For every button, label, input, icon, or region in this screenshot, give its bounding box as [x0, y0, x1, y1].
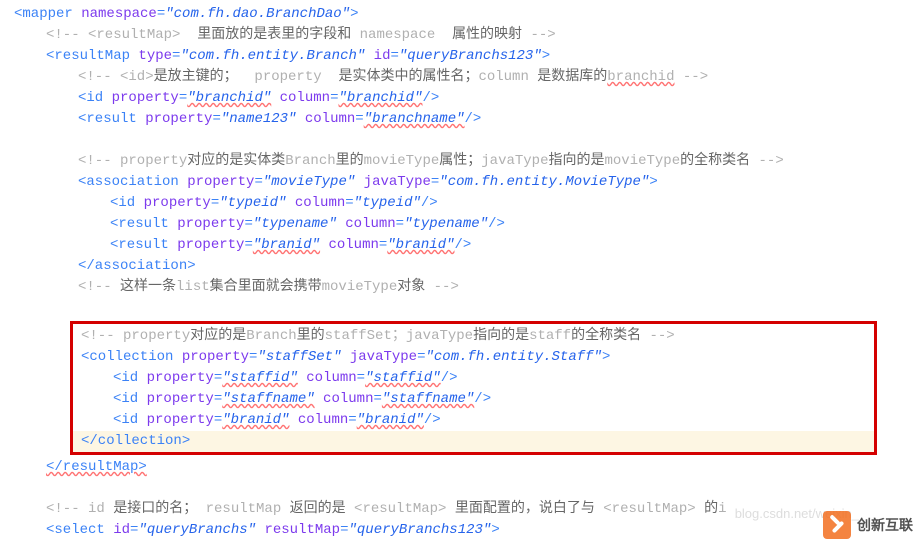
- code-line: <!-- property对应的是实体类Branch里的movieType属性；…: [2, 151, 917, 172]
- code-block: <mapper namespace="com.fh.dao.BranchDao"…: [2, 4, 917, 541]
- cursor-line: </collection>: [73, 431, 874, 452]
- code-line: <id property="staffid" column="staffid"/…: [73, 368, 874, 389]
- code-line: <!-- property对应的是Branch里的staffSet；javaTy…: [73, 326, 874, 347]
- code-line: <result property="typename" column="type…: [2, 214, 917, 235]
- code-line: <!-- <id>是放主键的； property 是实体类中的属性名；colum…: [2, 67, 917, 88]
- code-line: <result property="name123" column="branc…: [2, 109, 917, 130]
- code-line: <!-- id 是接口的名； resultMap 返回的是 <resultMap…: [2, 499, 917, 520]
- code-line: <id property="typeid" column="typeid"/>: [2, 193, 917, 214]
- code-line: <!-- <resultMap> 里面放的是表里的字段和 namespace 属…: [2, 25, 917, 46]
- code-line: <collection property="staffSet" javaType…: [73, 347, 874, 368]
- watermark: 创新互联: [823, 511, 913, 539]
- code-line: </association>: [2, 256, 917, 277]
- logo-icon: [823, 511, 851, 539]
- code-line: </resultMap>: [2, 457, 917, 478]
- code-line: <association property="movieType" javaTy…: [2, 172, 917, 193]
- code-line: <resultMap type="com.fh.entity.Branch" i…: [2, 46, 917, 67]
- code-line: <id property="branchid" column="branchid…: [2, 88, 917, 109]
- code-line: <id property="branid" column="branid"/>: [73, 410, 874, 431]
- code-line: <select id="queryBranchs" resultMap="que…: [2, 520, 917, 541]
- code-line: <result property="branid" column="branid…: [2, 235, 917, 256]
- code-line: <mapper namespace="com.fh.dao.BranchDao"…: [2, 4, 917, 25]
- watermark-text: 创新互联: [857, 515, 913, 536]
- code-line: <id property="staffname" column="staffna…: [73, 389, 874, 410]
- highlighted-region: <!-- property对应的是Branch里的staffSet；javaTy…: [70, 321, 877, 455]
- code-line: <!-- 这样一条list集合里面就会携带movieType对象 -->: [2, 277, 917, 298]
